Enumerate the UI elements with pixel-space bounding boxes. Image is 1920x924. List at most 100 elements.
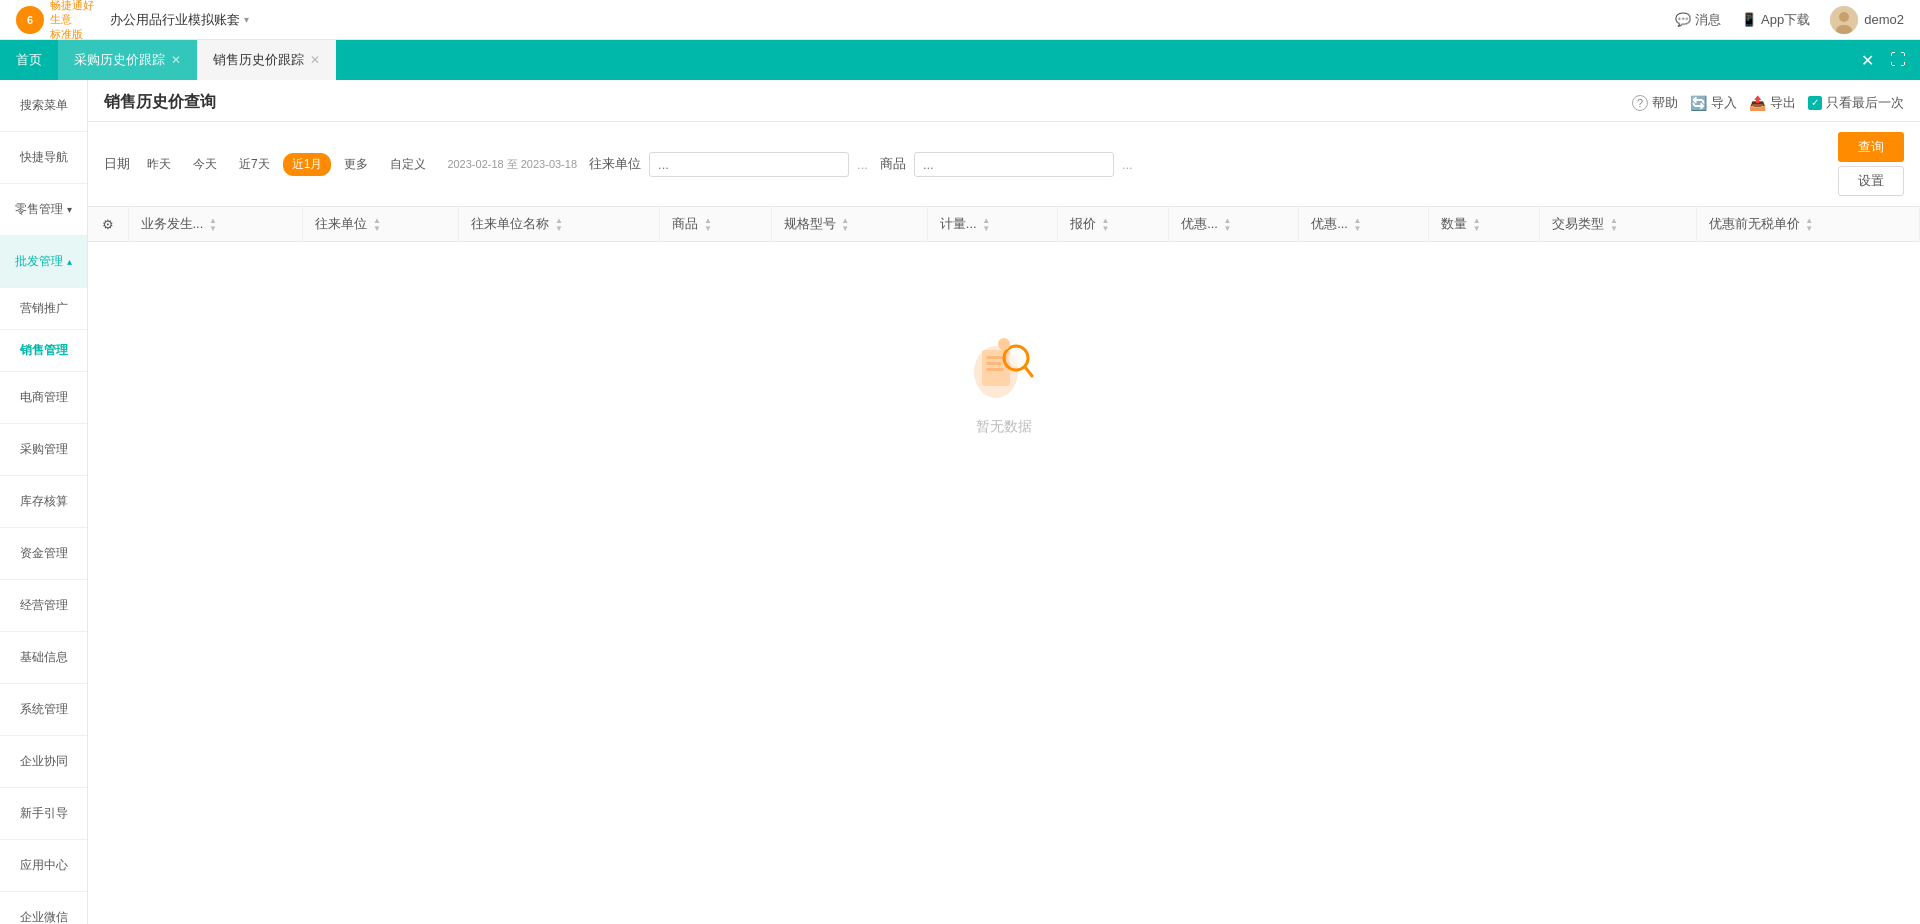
app-download-label: App下载	[1761, 11, 1810, 29]
app-download-action[interactable]: 📱 App下载	[1741, 11, 1810, 29]
content-area: 销售历史价查询 ? 帮助 🔄 导入 📤 导出 ✓	[88, 80, 1920, 924]
table-col-trade-type[interactable]: 交易类型 ▲▼	[1540, 207, 1696, 242]
help-label: 帮助	[1652, 94, 1678, 112]
help-button[interactable]: ? 帮助	[1632, 94, 1678, 112]
header-left: 6 畅捷通好生意 标准版 办公用品行业模拟账套 ▾	[16, 0, 249, 41]
sidebar-newguide-label: 新手引导	[20, 805, 68, 822]
sidebar-item-wholesale[interactable]: 批发管理 ▴	[0, 236, 87, 288]
maximize-button[interactable]: ⛶	[1886, 47, 1910, 73]
table-col-unit[interactable]: 计量... ▲▼	[927, 207, 1057, 242]
sidebar-item-operations[interactable]: 经营管理	[0, 580, 87, 632]
sort-icon: ▲▼	[982, 217, 990, 233]
sidebar-item-ecommerce[interactable]: 电商管理	[0, 372, 87, 424]
sidebar-item-finance[interactable]: 资金管理	[0, 528, 87, 580]
query-button[interactable]: 查询	[1838, 132, 1904, 162]
sidebar-item-basic-info[interactable]: 基础信息	[0, 632, 87, 684]
sidebar-item-system[interactable]: 系统管理	[0, 684, 87, 736]
sidebar-item-sales-mgmt[interactable]: 销售管理	[0, 330, 87, 372]
sidebar-finance-label: 资金管理	[20, 545, 68, 562]
svg-line-12	[1025, 367, 1032, 376]
app-selector[interactable]: 办公用品行业模拟账套 ▾	[110, 11, 249, 29]
col-discount1-label: 优惠...	[1181, 216, 1218, 231]
table-col-biz-date[interactable]: 业务发生... ▲▼	[128, 207, 303, 242]
tab-home[interactable]: 首页	[0, 40, 58, 80]
page-header-actions: ? 帮助 🔄 导入 📤 导出 ✓ 只看最后一次	[1632, 94, 1904, 112]
table-col-goods[interactable]: 商品 ▲▼	[660, 207, 771, 242]
table-col-partner-name[interactable]: 往来单位名称 ▲▼	[459, 207, 660, 242]
chevron-up-icon: ▴	[67, 256, 72, 267]
user-profile[interactable]: demo2	[1830, 6, 1904, 34]
main-layout: 搜索菜单 快捷导航 零售管理 ▾ 批发管理 ▴ 营销推广 销售管理 电商管理 采…	[0, 80, 1920, 924]
col-quantity-label: 数量	[1441, 216, 1467, 231]
header-right: 💬 消息 📱 App下载 demo2	[1675, 6, 1904, 34]
tab-purchase-history[interactable]: 采购历史价跟踪 ✕	[58, 40, 197, 80]
sort-icon: ▲▼	[1224, 217, 1232, 233]
table-container: ⚙ 业务发生... ▲▼ 往来单位 ▲▼ 往来单位名称	[88, 207, 1920, 924]
close-all-tabs-button[interactable]: ✕	[1857, 47, 1878, 74]
date-btn-yesterday[interactable]: 昨天	[138, 153, 180, 176]
sidebar-marketing-label: 营销推广	[20, 300, 68, 317]
table-col-quote[interactable]: 报价 ▲▼	[1057, 207, 1168, 242]
username: demo2	[1864, 12, 1904, 27]
svg-rect-9	[986, 368, 1004, 371]
table-col-settings[interactable]: ⚙	[88, 207, 128, 242]
gear-icon: ⚙	[102, 217, 114, 232]
table-col-quantity[interactable]: 数量 ▲▼	[1429, 207, 1540, 242]
export-button[interactable]: 📤 导出	[1749, 94, 1796, 112]
sidebar-item-enterprise-agreement[interactable]: 企业协同	[0, 736, 87, 788]
date-filter-options: 昨天 今天 近7天 近1月 更多 自定义	[138, 153, 435, 176]
sidebar-item-purchase[interactable]: 采购管理	[0, 424, 87, 476]
col-spec-label: 规格型号	[784, 216, 836, 231]
tab-sales-history[interactable]: 销售历史价跟踪 ✕	[197, 40, 336, 80]
tab-sales-label: 销售历史价跟踪	[213, 51, 304, 69]
data-table: ⚙ 业务发生... ▲▼ 往来单位 ▲▼ 往来单位名称	[88, 207, 1920, 242]
goods-input[interactable]	[914, 152, 1114, 177]
tab-home-label: 首页	[16, 51, 42, 69]
sidebar-item-retail[interactable]: 零售管理 ▾	[0, 184, 87, 236]
only-last-checkbox-label[interactable]: ✓ 只看最后一次	[1808, 94, 1904, 112]
sidebar-item-inventory[interactable]: 库存核算	[0, 476, 87, 528]
sort-icon: ▲▼	[1473, 217, 1481, 233]
message-action[interactable]: 💬 消息	[1675, 11, 1721, 29]
tab-bar-actions: ✕ ⛶	[1857, 47, 1920, 74]
sidebar-item-new-guide[interactable]: 新手引导	[0, 788, 87, 840]
filter-right-buttons: 查询 设置	[1838, 132, 1904, 196]
sidebar-item-quick-nav[interactable]: 快捷导航	[0, 132, 87, 184]
sort-icon: ▲▼	[841, 217, 849, 233]
table-col-discount1[interactable]: 优惠... ▲▼	[1169, 207, 1299, 242]
sidebar-item-app-center[interactable]: 应用中心	[0, 840, 87, 892]
date-btn-last7[interactable]: 近7天	[230, 153, 279, 176]
col-partner-name-label: 往来单位名称	[471, 216, 549, 231]
phone-icon: 📱	[1741, 12, 1757, 27]
settings-button[interactable]: 设置	[1838, 166, 1904, 196]
import-button[interactable]: 🔄 导入	[1690, 94, 1737, 112]
col-partner-code-label: 往来单位	[315, 216, 367, 231]
sidebar-item-enterprise-wechat[interactable]: 企业微信	[0, 892, 87, 924]
table-col-spec[interactable]: 规格型号 ▲▼	[771, 207, 927, 242]
sidebar-system-label: 系统管理	[20, 701, 68, 718]
export-label: 导出	[1770, 94, 1796, 112]
tab-close-purchase[interactable]: ✕	[171, 53, 181, 67]
goods-dots: ...	[1122, 157, 1133, 172]
table-col-pretax-price[interactable]: 优惠前无税单价 ▲▼	[1696, 207, 1919, 242]
date-btn-custom[interactable]: 自定义	[381, 153, 435, 176]
tab-close-sales[interactable]: ✕	[310, 53, 320, 67]
sidebar-ecommerce-label: 电商管理	[20, 389, 68, 406]
goods-filter-group: 商品 ...	[880, 152, 1133, 177]
sidebar-item-search[interactable]: 搜索菜单	[0, 80, 87, 132]
chevron-down-icon: ▾	[67, 204, 72, 215]
partner-dots: ...	[857, 157, 868, 172]
sidebar-item-marketing[interactable]: 营销推广	[0, 288, 87, 330]
col-discount2-label: 优惠...	[1311, 216, 1348, 231]
table-col-discount2[interactable]: 优惠... ▲▼	[1299, 207, 1429, 242]
tab-purchase-label: 采购历史价跟踪	[74, 51, 165, 69]
partner-input[interactable]	[649, 152, 849, 177]
import-label: 导入	[1711, 94, 1737, 112]
date-btn-today[interactable]: 今天	[184, 153, 226, 176]
sidebar-wholesale-label: 批发管理	[15, 253, 63, 270]
table-col-partner-code[interactable]: 往来单位 ▲▼	[303, 207, 459, 242]
date-btn-more[interactable]: 更多	[335, 153, 377, 176]
message-label: 消息	[1695, 11, 1721, 29]
filter-row: 日期 昨天 今天 近7天 近1月 更多 自定义 2023-02-18 至 202…	[104, 152, 1826, 177]
date-btn-last1m[interactable]: 近1月	[283, 153, 332, 176]
